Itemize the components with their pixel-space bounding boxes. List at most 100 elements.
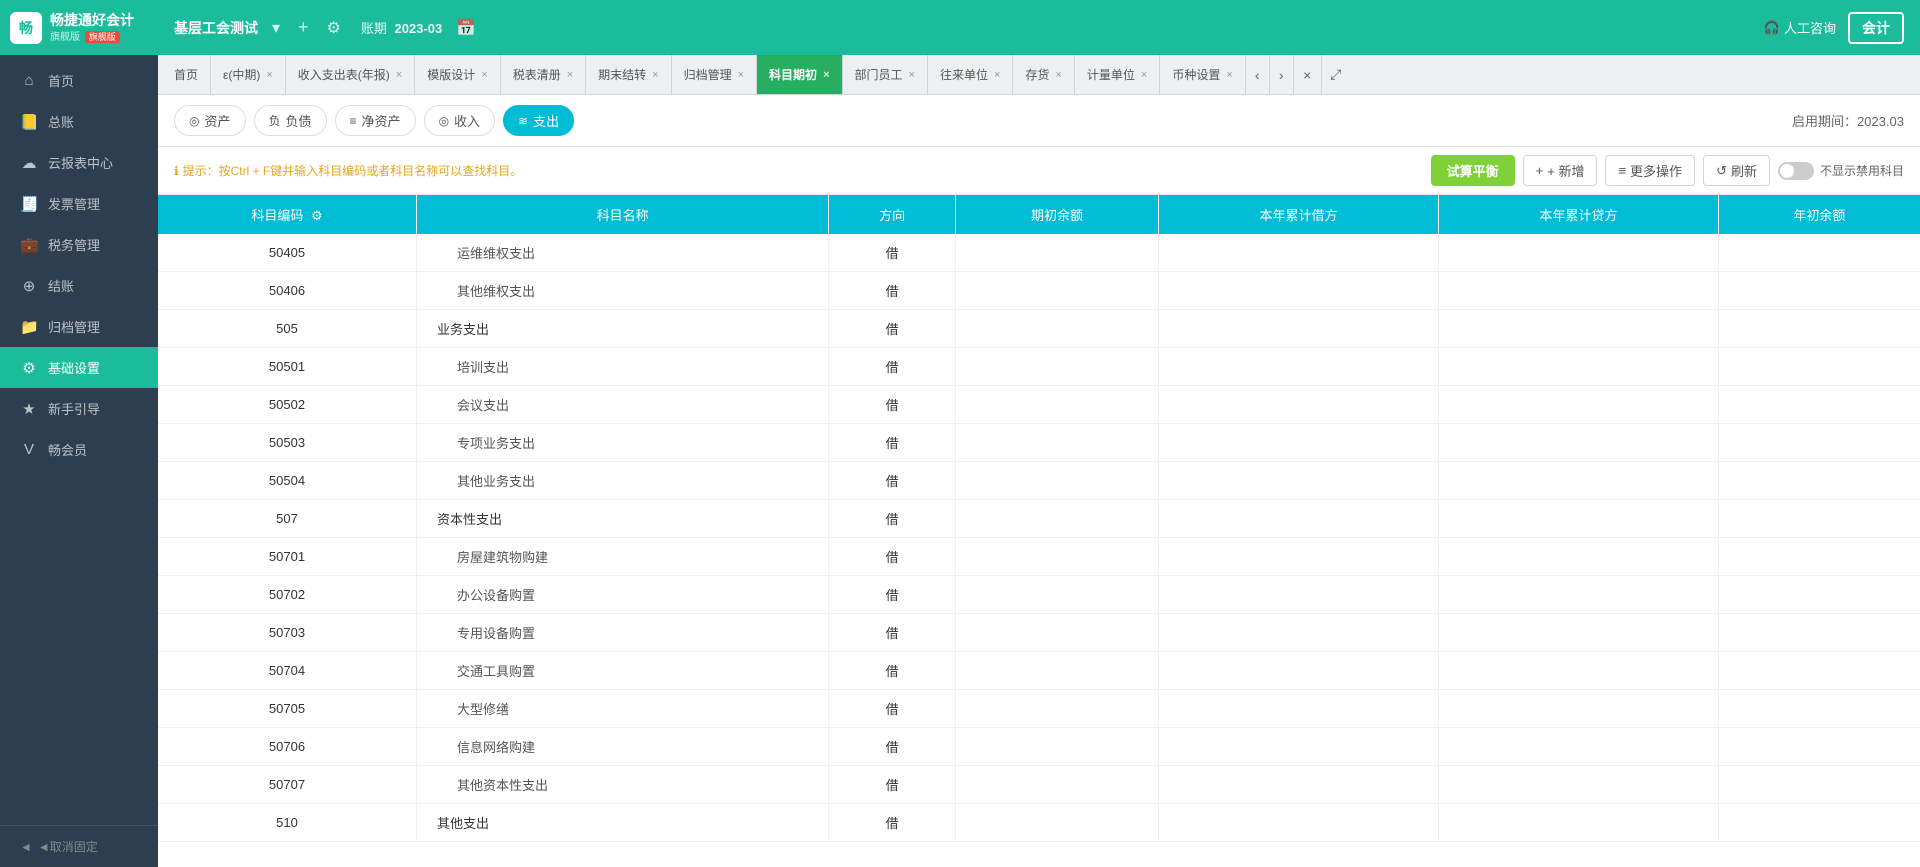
- asset-icon: ◎: [189, 114, 199, 128]
- cat-tab-asset[interactable]: ◎ 资产: [174, 105, 246, 136]
- tab-close-icon[interactable]: ×: [823, 69, 829, 81]
- tab-currency[interactable]: 币种设置 ×: [1160, 55, 1245, 94]
- subjects-table: 科目编码 ⚙ 科目名称 方向 期初余额 本年累计借方 本年累计贷方 年初余额 5…: [158, 195, 1920, 842]
- tab-close-icon[interactable]: ×: [481, 69, 487, 81]
- table-row[interactable]: 50704 交通工具购置 借: [158, 652, 1920, 690]
- table-row[interactable]: 50706 信息网络购建 借: [158, 728, 1920, 766]
- table-row[interactable]: 50405 运维维权支出 借: [158, 234, 1920, 272]
- sidebar-item-archive[interactable]: 📁 归档管理: [0, 306, 158, 347]
- more-button[interactable]: ≡ 更多操作: [1605, 155, 1695, 186]
- tab-tax[interactable]: 税表清册 ×: [501, 55, 586, 94]
- tab-close-icon[interactable]: ×: [994, 69, 1000, 81]
- cat-tab-liability[interactable]: 负 负债: [254, 105, 327, 136]
- toggle-track[interactable]: [1778, 162, 1814, 180]
- header-right: 🎧 人工咨询 会计: [1764, 12, 1904, 44]
- tab-subject-init[interactable]: 科目期初 ×: [757, 55, 842, 94]
- cell-code: 50706: [158, 728, 417, 766]
- tab-close-icon[interactable]: ×: [1141, 69, 1147, 81]
- liability-icon: 负: [269, 112, 281, 129]
- table-row[interactable]: 50503 专项业务支出 借: [158, 424, 1920, 462]
- tab-dept[interactable]: 部门员工 ×: [843, 55, 928, 94]
- cat-tab-expense[interactable]: ≋ 支出: [503, 105, 574, 136]
- balance-button[interactable]: 试算平衡: [1431, 155, 1515, 186]
- tab-close-icon[interactable]: ×: [1226, 69, 1232, 81]
- more-icon: ≡: [1618, 163, 1626, 178]
- ledger-icon: 📒: [20, 113, 38, 131]
- tab-label: 币种设置: [1172, 66, 1220, 83]
- cell-code: 505: [158, 310, 417, 348]
- calendar-icon[interactable]: 📅: [452, 14, 480, 42]
- cat-tab-label: 负债: [286, 111, 312, 130]
- sidebar-item-close[interactable]: ⊕ 结账: [0, 265, 158, 306]
- cat-tab-label: 收入: [454, 111, 480, 130]
- table-row[interactable]: 510 其他支出 借: [158, 804, 1920, 842]
- sidebar-item-label: 税务管理: [48, 235, 100, 254]
- add-button[interactable]: + + 新增: [1523, 155, 1598, 186]
- sidebar-item-home[interactable]: ⌂ 首页: [0, 60, 158, 101]
- tab-unit[interactable]: 往来单位 ×: [928, 55, 1013, 94]
- period-label: 账期 2023-03: [361, 18, 442, 37]
- tab-next-btn[interactable]: ›: [1270, 55, 1294, 94]
- cat-tab-income[interactable]: ◎ 收入: [424, 105, 496, 136]
- sidebar-item-settings[interactable]: ⚙ 基础设置: [0, 347, 158, 388]
- table-row[interactable]: 50702 办公设备购置 借: [158, 576, 1920, 614]
- tab-mid[interactable]: ε(中期) ×: [211, 55, 286, 94]
- tab-close-icon[interactable]: ×: [1055, 69, 1061, 81]
- tab-inventory[interactable]: 存货 ×: [1013, 55, 1074, 94]
- cell-ytd-credit: [1438, 614, 1718, 652]
- main-content: 基层工会测试 ▾ + ⚙ 账期 2023-03 📅 🎧 人工咨询 会计 首页 ε…: [158, 0, 1920, 867]
- tab-close-icon[interactable]: ×: [909, 69, 915, 81]
- tab-unit-measure[interactable]: 计量单位 ×: [1075, 55, 1160, 94]
- table-row[interactable]: 50502 会议支出 借: [158, 386, 1920, 424]
- sidebar-item-tax[interactable]: 💼 税务管理: [0, 224, 158, 265]
- tab-label: 科目期初: [769, 66, 817, 83]
- company-dropdown-icon[interactable]: ▾: [268, 14, 284, 42]
- tab-close-icon[interactable]: ×: [738, 69, 744, 81]
- cell-ytd-credit: [1438, 310, 1718, 348]
- table-wrapper: 科目编码 ⚙ 科目名称 方向 期初余额 本年累计借方 本年累计贷方 年初余额 5…: [158, 195, 1920, 867]
- table-row[interactable]: 50703 专用设备购置 借: [158, 614, 1920, 652]
- cell-ytd-debit: [1159, 462, 1439, 500]
- sidebar-item-invoice[interactable]: 🧾 发票管理: [0, 183, 158, 224]
- sidebar-item-ledger[interactable]: 📒 总账: [0, 101, 158, 142]
- tab-home[interactable]: 首页: [162, 55, 211, 94]
- support-link[interactable]: 🎧 人工咨询: [1764, 18, 1836, 37]
- cat-tab-net-asset[interactable]: ≡ 净资产: [335, 105, 416, 136]
- cell-opening: [955, 424, 1158, 462]
- tab-close-icon[interactable]: ×: [652, 69, 658, 81]
- tab-close-icon[interactable]: ×: [266, 69, 272, 81]
- table-row[interactable]: 50504 其他业务支出 借: [158, 462, 1920, 500]
- table-row[interactable]: 50707 其他资本性支出 借: [158, 766, 1920, 804]
- tab-close-all-btn[interactable]: ×: [1294, 55, 1322, 94]
- tab-close-icon[interactable]: ×: [567, 69, 573, 81]
- tab-income[interactable]: 收入支出表(年报) ×: [286, 55, 415, 94]
- sidebar-pin-toggle[interactable]: ◄ ◄取消固定: [0, 825, 158, 867]
- tab-prev-btn[interactable]: ‹: [1246, 55, 1270, 94]
- table-row[interactable]: 50501 培训支出 借: [158, 348, 1920, 386]
- vip-icon: V: [20, 441, 38, 458]
- table-row[interactable]: 505 业务支出 借: [158, 310, 1920, 348]
- sidebar-item-guide[interactable]: ★ 新手引导: [0, 388, 158, 429]
- add-tab-icon[interactable]: +: [294, 13, 313, 42]
- table-row[interactable]: 50705 大型修缮 借: [158, 690, 1920, 728]
- sidebar-item-reports[interactable]: ☁ 云报表中心: [0, 142, 158, 183]
- top-header: 基层工会测试 ▾ + ⚙ 账期 2023-03 📅 🎧 人工咨询 会计: [158, 0, 1920, 55]
- sidebar-item-vip[interactable]: V 畅会员: [0, 429, 158, 470]
- refresh-button[interactable]: ↺ 刷新: [1703, 155, 1770, 186]
- disabled-toggle[interactable]: 不显示禁用科目: [1778, 162, 1904, 180]
- table-row[interactable]: 507 资本性支出 借: [158, 500, 1920, 538]
- tab-expand-btn[interactable]: ⤢: [1322, 55, 1350, 94]
- settings-gear-icon[interactable]: ⚙: [323, 14, 345, 42]
- col-settings-icon[interactable]: ⚙: [311, 208, 323, 223]
- col-ytd-balance: 年初余额: [1718, 195, 1920, 234]
- cell-ytd-credit: [1438, 234, 1718, 272]
- cell-name: 交通工具购置: [417, 652, 829, 690]
- kuaiji-button[interactable]: 会计: [1848, 12, 1904, 44]
- sidebar-item-label: 首页: [48, 71, 74, 90]
- table-row[interactable]: 50406 其他维权支出 借: [158, 272, 1920, 310]
- tab-archive[interactable]: 归档管理 ×: [672, 55, 757, 94]
- table-row[interactable]: 50701 房屋建筑物购建 借: [158, 538, 1920, 576]
- tab-template[interactable]: 模版设计 ×: [415, 55, 500, 94]
- tab-period-end[interactable]: 期末结转 ×: [586, 55, 671, 94]
- tab-close-icon[interactable]: ×: [396, 69, 402, 81]
